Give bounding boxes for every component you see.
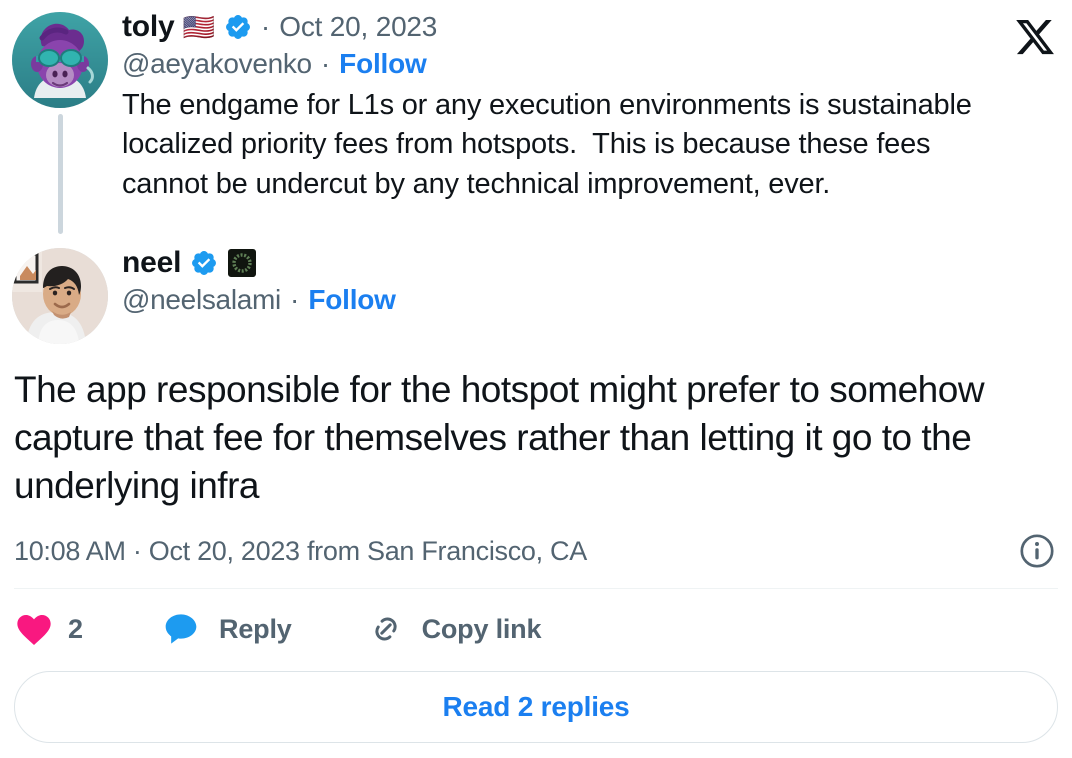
main-avatar-column (12, 248, 108, 344)
verified-badge-icon (190, 249, 218, 277)
flag-emoji-icon: 🇺🇸 (182, 12, 215, 42)
heart-icon (14, 609, 54, 649)
tweet-action-bar: 2 Reply Copy link (0, 609, 1072, 649)
info-circle-icon[interactable] (1018, 532, 1056, 570)
avatar-man-photo[interactable] (12, 248, 108, 344)
main-handle-row: @neelsalami · Follow (122, 286, 1002, 314)
copy-link-label: Copy link (421, 613, 542, 644)
thread-connector-line (57, 114, 63, 234)
main-name-row: neel (122, 248, 1002, 278)
timestamp-row: 10:08 AM · Oct 20, 2023 from San Francis… (0, 532, 1072, 570)
parent-tweet-date[interactable]: Oct 20, 2023 (279, 13, 437, 41)
parent-display-name[interactable]: toly (122, 12, 175, 42)
parent-name-row: toly 🇺🇸 · Oct 20, 2023 (122, 12, 1002, 42)
parent-tweet-body: toly 🇺🇸 · Oct 20, 2023 @aeyakovenko · Fo… (108, 12, 1002, 234)
copy-link-action[interactable]: Copy link (368, 611, 542, 647)
parent-handle-separator: · (320, 48, 331, 79)
main-tweet-header: neel @neelsalami · Follow (0, 234, 1072, 344)
main-handle-separator: · (289, 284, 300, 315)
parent-handle-row: @aeyakovenko · Follow (122, 50, 1002, 78)
parent-tweet: toly 🇺🇸 · Oct 20, 2023 @aeyakovenko · Fo… (0, 0, 1072, 234)
read-replies-button[interactable]: Read 2 replies (14, 671, 1058, 744)
like-action[interactable]: 2 (14, 609, 83, 649)
main-tweet-identity: neel @neelsalami · Follow (108, 248, 1002, 344)
reply-action[interactable]: Reply (161, 609, 292, 649)
main-follow-link[interactable]: Follow (308, 286, 396, 314)
reply-label: Reply (219, 613, 292, 644)
tweet-embed-card: toly 🇺🇸 · Oct 20, 2023 @aeyakovenko · Fo… (0, 0, 1072, 758)
parent-handle[interactable]: @aeyakovenko (122, 50, 312, 78)
parent-avatar-column (12, 12, 108, 234)
verified-badge-icon (224, 13, 252, 41)
action-divider (14, 588, 1058, 590)
reply-bubble-icon (161, 609, 201, 649)
main-display-name[interactable]: neel (122, 248, 181, 278)
parent-tweet-text: The endgame for L1s or any execution env… (122, 89, 980, 200)
link-icon (368, 611, 404, 647)
parent-follow-link[interactable]: Follow (339, 50, 427, 78)
affiliate-badge-icon[interactable] (228, 249, 257, 277)
main-handle[interactable]: @neelsalami (122, 286, 281, 314)
avatar-purple-ape[interactable] (12, 12, 108, 108)
main-tweet-text: The app responsible for the hotspot migh… (14, 369, 994, 507)
parent-meta-separator: · (260, 11, 271, 42)
like-count: 2 (68, 613, 84, 644)
main-tweet-timestamp[interactable]: 10:08 AM · Oct 20, 2023 from San Francis… (14, 536, 587, 567)
